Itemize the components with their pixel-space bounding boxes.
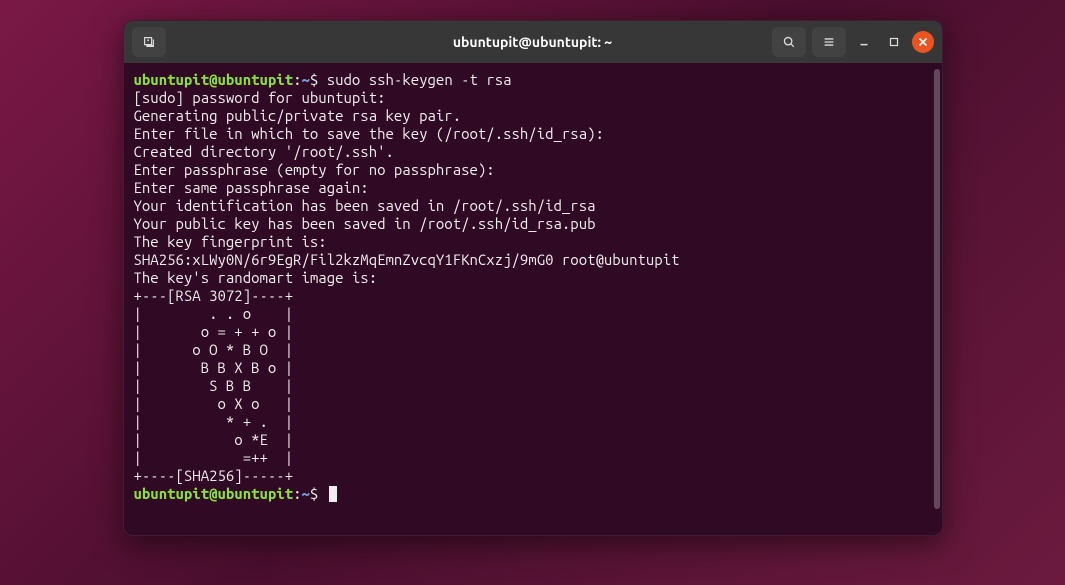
output-line: Enter passphrase (empty for no passphras… — [134, 161, 932, 179]
hamburger-icon — [822, 35, 836, 49]
prompt-separator: : — [293, 71, 301, 88]
minimize-button[interactable] — [852, 30, 876, 54]
search-button[interactable] — [772, 27, 806, 57]
output-line: | * + . | — [134, 413, 932, 431]
output-line: The key fingerprint is: — [134, 233, 932, 251]
window-title: ubuntupit@ubuntupit: ~ — [453, 34, 612, 50]
prompt-separator: : — [293, 485, 301, 502]
close-button[interactable] — [912, 31, 934, 53]
output-line: Created directory '/root/.ssh'. — [134, 143, 932, 161]
close-icon — [918, 37, 928, 47]
prompt-line-1: ubuntupit@ubuntupit:~$ sudo ssh-keygen -… — [134, 71, 932, 89]
menu-button[interactable] — [812, 27, 846, 57]
scrollbar[interactable] — [934, 69, 940, 509]
output-line: | o X o | — [134, 395, 932, 413]
output-line: | B B X B o | — [134, 359, 932, 377]
output-line: Generating public/private rsa key pair. — [134, 107, 932, 125]
cursor — [329, 486, 337, 502]
prompt-user-host: ubuntupit@ubuntupit — [134, 71, 294, 88]
output-line: +----[SHA256]-----+ — [134, 467, 932, 485]
prompt-path: ~ — [302, 485, 310, 502]
titlebar: ubuntupit@ubuntupit: ~ — [124, 21, 942, 63]
prompt-path: ~ — [302, 71, 310, 88]
output-line: SHA256:xLWy0N/6r9EgR/Fil2kzMqEmnZvcqY1FK… — [134, 251, 932, 269]
output-line: | =++ | — [134, 449, 932, 467]
minimize-icon — [857, 35, 871, 49]
output-line: | o *E | — [134, 431, 932, 449]
output-line: [sudo] password for ubuntupit: — [134, 89, 932, 107]
output-line: Your identification has been saved in /r… — [134, 197, 932, 215]
command-text — [318, 71, 326, 88]
output-line: | o O * B O | — [134, 341, 932, 359]
prompt-user-host: ubuntupit@ubuntupit — [134, 485, 294, 502]
command-1: sudo ssh-keygen -t rsa — [327, 71, 512, 88]
new-tab-button[interactable] — [132, 27, 166, 57]
output-line: Enter same passphrase again: — [134, 179, 932, 197]
output-line: The key's randomart image is: — [134, 269, 932, 287]
maximize-icon — [887, 35, 901, 49]
output-line: | . . o | — [134, 305, 932, 323]
terminal-window: ubuntupit@ubuntupit: ~ ubuntupit@ubuntup… — [123, 20, 943, 536]
output-line: | o = + + o | — [134, 323, 932, 341]
maximize-button[interactable] — [882, 30, 906, 54]
terminal-body[interactable]: ubuntupit@ubuntupit:~$ sudo ssh-keygen -… — [124, 63, 942, 535]
output-line: | S B B | — [134, 377, 932, 395]
output-line: Your public key has been saved in /root/… — [134, 215, 932, 233]
prompt-line-2: ubuntupit@ubuntupit:~$ — [134, 485, 932, 503]
search-icon — [782, 35, 796, 49]
titlebar-right — [772, 27, 934, 57]
output-line: +---[RSA 3072]----+ — [134, 287, 932, 305]
output-line: Enter file in which to save the key (/ro… — [134, 125, 932, 143]
titlebar-left — [132, 27, 166, 57]
new-tab-icon — [142, 35, 156, 49]
